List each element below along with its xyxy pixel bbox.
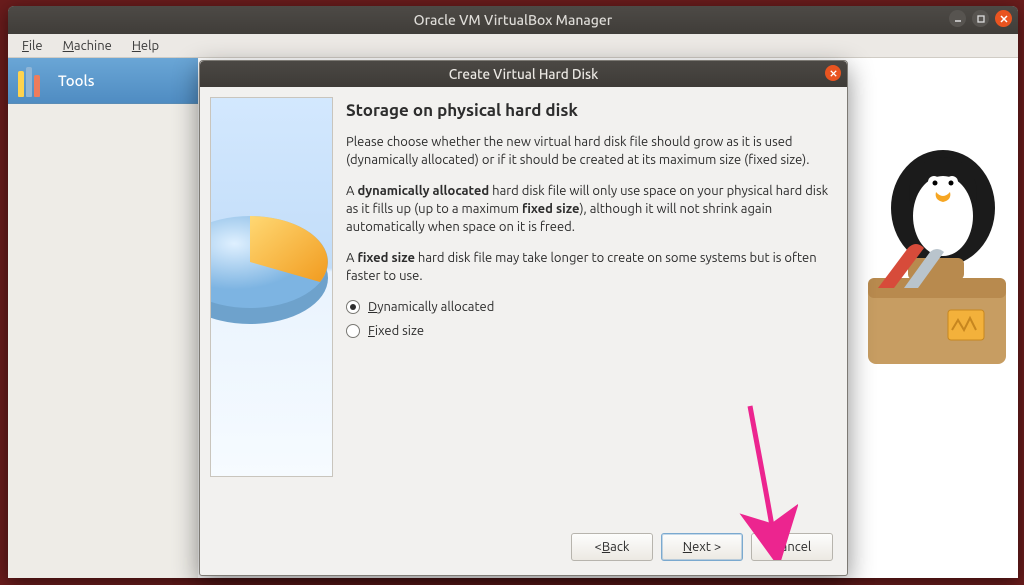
main-window-controls: [949, 10, 1012, 27]
radio-dot-icon: [346, 300, 360, 314]
sidebar-item-label: Tools: [58, 72, 95, 89]
dialog-paragraph-3: A fixed size hard disk file may take lon…: [346, 250, 829, 285]
tools-icon: [18, 65, 46, 97]
storage-type-radiogroup: Dynamically allocated Fixed size: [346, 300, 829, 338]
main-window-title: Oracle VM VirtualBox Manager: [8, 12, 1018, 28]
desktop: Oracle VM VirtualBox Manager File Machin…: [0, 0, 1024, 585]
sidebar-item-tools[interactable]: Tools: [8, 58, 198, 104]
radio-dynamically-allocated[interactable]: Dynamically allocated: [346, 300, 829, 314]
menu-help[interactable]: Help: [124, 37, 167, 55]
dialog-titlebar: Create Virtual Hard Disk: [200, 61, 847, 87]
dialog-paragraph-2: A dynamically allocated hard disk file w…: [346, 183, 829, 236]
dialog-body: Storage on physical hard disk Please cho…: [200, 87, 847, 523]
menu-file[interactable]: File: [14, 37, 51, 55]
next-button[interactable]: Next >: [661, 533, 743, 561]
dialog-button-row: < Back Next > Cancel: [200, 523, 847, 575]
radio-label: Dynamically allocated: [368, 300, 494, 314]
close-icon[interactable]: [995, 10, 1012, 27]
back-button[interactable]: < Back: [571, 533, 653, 561]
dialog-title: Create Virtual Hard Disk: [200, 66, 847, 82]
dialog-paragraph-1: Please choose whether the new virtual ha…: [346, 134, 829, 169]
main-window-titlebar: Oracle VM VirtualBox Manager: [8, 6, 1018, 34]
maximize-icon[interactable]: [972, 10, 989, 27]
create-disk-dialog: Create Virtual Hard Disk: [199, 60, 848, 576]
pie-chart-icon: [210, 178, 333, 348]
cancel-button[interactable]: Cancel: [751, 533, 833, 561]
sidebar: Tools: [8, 58, 198, 578]
menu-machine[interactable]: Machine: [55, 37, 120, 55]
minimize-icon[interactable]: [949, 10, 966, 27]
dialog-side-image: [200, 87, 340, 523]
dialog-close-icon[interactable]: [825, 65, 841, 81]
dialog-heading: Storage on physical hard disk: [346, 101, 829, 120]
dialog-main: Storage on physical hard disk Please cho…: [340, 87, 847, 523]
radio-dot-icon: [346, 324, 360, 338]
menubar: File Machine Help: [8, 34, 1018, 58]
radio-fixed-size[interactable]: Fixed size: [346, 324, 829, 338]
radio-label: Fixed size: [368, 324, 424, 338]
